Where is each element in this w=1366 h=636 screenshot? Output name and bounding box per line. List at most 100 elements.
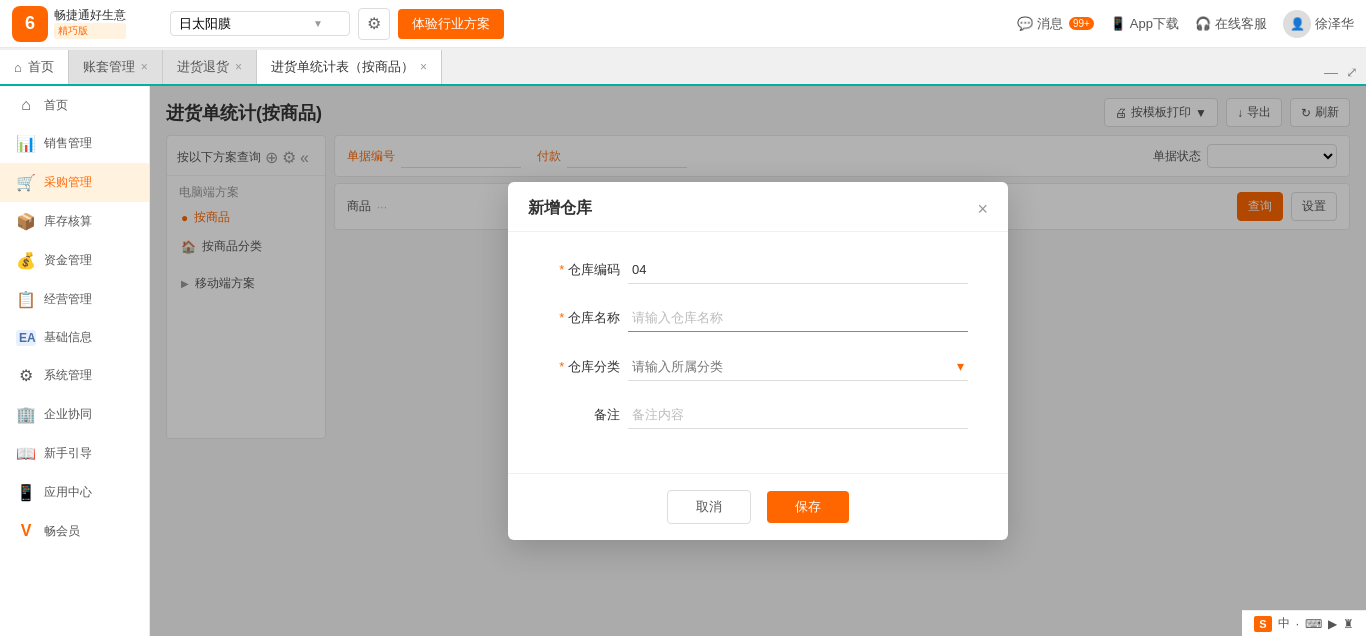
form-row-name: 仓库名称 [548,304,968,332]
sidebar-item-purchase[interactable]: 🛒 采购管理 [0,163,149,202]
tab-accounts-label: 账套管理 [83,58,135,76]
sidebar-appstore-label: 应用中心 [44,484,92,501]
appstore-icon: 📱 [16,483,36,502]
tab-purchase-stats[interactable]: 进货单统计表（按商品） × [257,50,442,84]
sidebar-item-enterprise[interactable]: 🏢 企业协同 [0,395,149,434]
category-dropdown-icon: ▾ [957,358,964,374]
tab-purchase-return-close-icon[interactable]: × [235,60,242,74]
cancel-button[interactable]: 取消 [667,490,751,524]
vip-icon: V [16,522,36,540]
topbar: 6 畅捷通好生意 精巧版 ▼ ⚙ 体验行业方案 💬 消息 99+ 📱 App下载… [0,0,1366,48]
tab-purchase-stats-close-icon[interactable]: × [420,60,427,74]
sidebar-item-vip[interactable]: V 畅会员 [0,512,149,550]
logo-sub: 精巧版 [54,23,126,39]
form-remark-input[interactable] [628,401,968,429]
sidebar-inventory-label: 库存核算 [44,213,92,230]
form-row-category: 仓库分类 ▾ [548,352,968,381]
modal-body: 仓库编码 仓库名称 仓库分类 ▾ [508,232,1008,473]
form-row-code: 仓库编码 [548,256,968,284]
finance-icon: 💰 [16,251,36,270]
sidebar: ⌂ 首页 📊 销售管理 🛒 采购管理 📦 库存核算 💰 资金管理 📋 经营管理 … [0,86,150,636]
sidebar-item-home[interactable]: ⌂ 首页 [0,86,149,124]
message-label: 消息 [1037,15,1063,33]
logo-text-area: 畅捷通好生意 精巧版 [54,8,126,40]
search-input[interactable] [179,16,309,31]
headset-icon: 🎧 [1195,16,1211,31]
form-category-select[interactable]: ▾ [628,352,968,381]
save-button[interactable]: 保存 [767,491,849,523]
logo-text: 畅捷通好生意 [54,8,126,24]
sidebar-item-system[interactable]: ⚙ 系统管理 [0,356,149,395]
sidebar-enterprise-label: 企业协同 [44,406,92,423]
sidebar-finance-label: 资金管理 [44,252,92,269]
status-dot-icon[interactable]: · [1296,617,1299,631]
tab-home-icon: ⌂ [14,60,22,75]
sidebar-guide-label: 新手引导 [44,445,92,462]
form-category-input[interactable] [632,359,957,374]
modal-close-button[interactable]: × [977,200,988,218]
tab-maximize-icon[interactable]: ⤢ [1346,64,1358,80]
message-icon: 💬 [1017,16,1033,31]
modal-header: 新增仓库 × [508,182,1008,232]
sidebar-item-guide[interactable]: 📖 新手引导 [0,434,149,473]
form-code-input[interactable] [628,256,968,284]
status-keyboard-icon[interactable]: ⌨ [1305,617,1322,631]
tab-purchase-return[interactable]: 进货退货 × [163,50,257,84]
online-service-label: 在线客服 [1215,15,1267,33]
sidebar-operations-label: 经营管理 [44,291,92,308]
user-area[interactable]: 👤 徐泽华 [1283,10,1354,38]
form-name-input[interactable] [628,304,968,332]
status-play-icon[interactable]: ▶ [1328,617,1337,631]
enterprise-icon: 🏢 [16,405,36,424]
tab-home[interactable]: ⌂ 首页 [0,50,69,84]
app-download-label: App下载 [1130,15,1179,33]
tab-purchase-return-label: 进货退货 [177,58,229,76]
tab-home-label: 首页 [28,58,54,76]
form-category-label: 仓库分类 [548,358,628,376]
logo-icon: 6 [12,6,48,42]
tabbar-controls: — ⤢ [1324,64,1366,84]
sidebar-item-finance[interactable]: 💰 资金管理 [0,241,149,280]
status-bar: S 中 · ⌨ ▶ ♜ [1242,610,1366,636]
tab-purchase-stats-label: 进货单统计表（按商品） [271,58,414,76]
brand-s-icon: S [1254,616,1271,632]
sidebar-item-sales[interactable]: 📊 销售管理 [0,124,149,163]
mobile-icon: 📱 [1110,16,1126,31]
search-bar[interactable]: ▼ [170,11,350,36]
inventory-icon: 📦 [16,212,36,231]
form-row-remark: 备注 [548,401,968,429]
app-download-group[interactable]: 📱 App下载 [1110,15,1179,33]
status-zh-icon[interactable]: 中 [1278,615,1290,632]
tab-accounts[interactable]: 账套管理 × [69,50,163,84]
sidebar-item-inventory[interactable]: 📦 库存核算 [0,202,149,241]
gear-icon: ⚙ [367,14,381,33]
sidebar-sales-label: 销售管理 [44,135,92,152]
trial-button[interactable]: 体验行业方案 [398,9,504,39]
sidebar-purchase-label: 采购管理 [44,174,92,191]
sidebar-home-label: 首页 [44,97,68,114]
sidebar-item-basic-info[interactable]: EA 基础信息 [0,319,149,356]
tab-minimize-icon[interactable]: — [1324,64,1338,80]
form-code-label: 仓库编码 [548,261,628,279]
modal-overlay[interactable]: 新增仓库 × 仓库编码 仓库名称 仓库分类 [150,86,1366,636]
tabbar: ⌂ 首页 账套管理 × 进货退货 × 进货单统计表（按商品） × — ⤢ [0,48,1366,86]
status-rook-icon[interactable]: ♜ [1343,617,1354,631]
system-icon: ⚙ [16,366,36,385]
gear-button[interactable]: ⚙ [358,8,390,40]
username: 徐泽华 [1315,15,1354,33]
topbar-right: 💬 消息 99+ 📱 App下载 🎧 在线客服 👤 徐泽华 [1017,10,1354,38]
operations-icon: 📋 [16,290,36,309]
sidebar-item-appstore[interactable]: 📱 应用中心 [0,473,149,512]
basic-info-icon: EA [16,330,36,346]
avatar: 👤 [1283,10,1311,38]
modal-footer: 取消 保存 [508,473,1008,540]
sidebar-item-operations[interactable]: 📋 经营管理 [0,280,149,319]
tab-accounts-close-icon[interactable]: × [141,60,148,74]
modal-title: 新增仓库 [528,198,592,219]
sidebar-system-label: 系统管理 [44,367,92,384]
form-name-label: 仓库名称 [548,309,628,327]
online-service-group[interactable]: 🎧 在线客服 [1195,15,1267,33]
message-group[interactable]: 💬 消息 99+ [1017,15,1094,33]
form-remark-label: 备注 [548,406,628,424]
home-icon: ⌂ [16,96,36,114]
